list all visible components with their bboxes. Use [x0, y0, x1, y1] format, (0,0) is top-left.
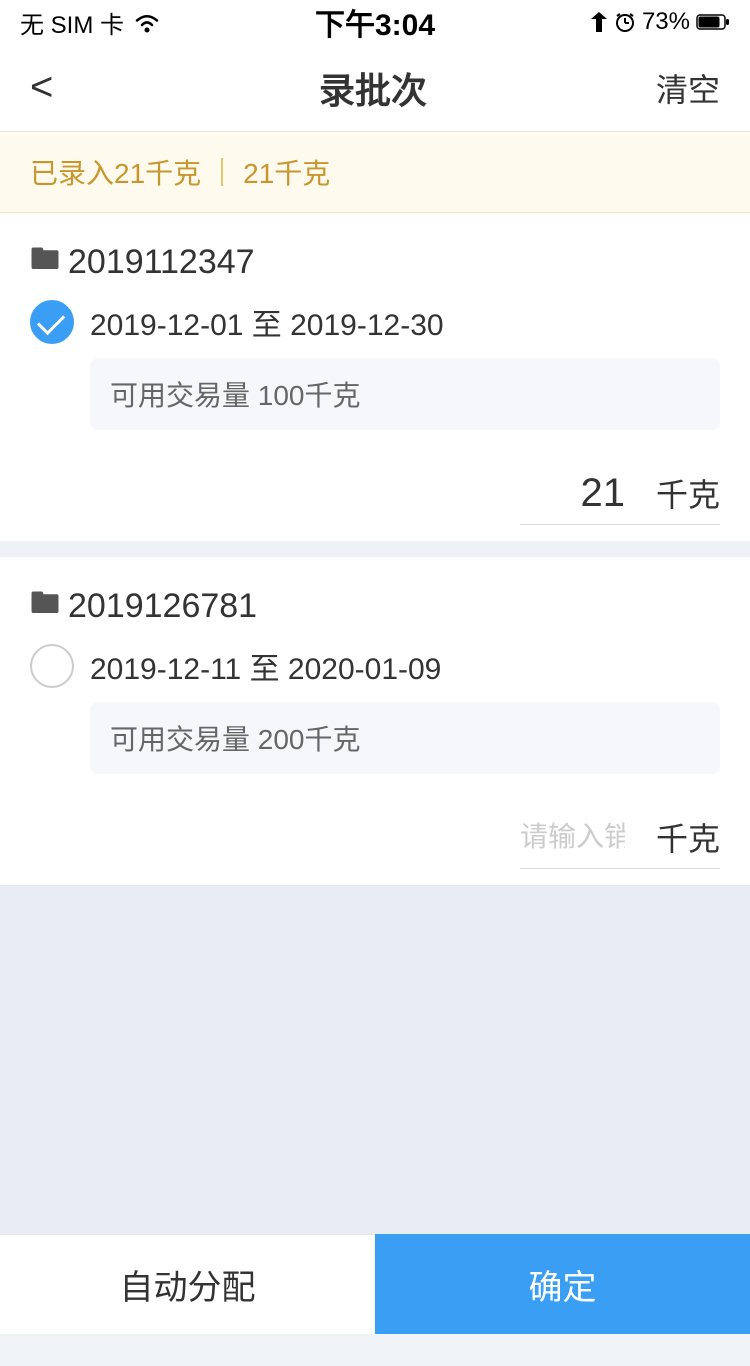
status-left: 无 SIM 卡	[20, 5, 162, 40]
content-area: 🖿 2019112347 2019-12-01 至 2019-12-30 可用交…	[0, 213, 750, 1366]
alarm-icon	[614, 11, 636, 33]
batch-date-1: 2019-12-01 至 2019-12-30	[90, 300, 444, 344]
quantity-unit-1: 千克	[656, 470, 720, 516]
separator-1	[0, 541, 750, 557]
batch-header-1: 🖿 2019112347	[30, 237, 720, 288]
doc-icon-1: 🖿	[30, 237, 60, 288]
battery-percentage: 73%	[642, 8, 690, 36]
batch-item-2: 🖿 2019126781 2019-12-11 至 2020-01-09 可用交…	[0, 557, 750, 794]
quantity-input-wrapper-1: 千克	[520, 470, 720, 525]
wifi-icon	[132, 11, 162, 33]
empty-area	[0, 886, 750, 1266]
batch-number-1: 2019112347	[68, 243, 255, 282]
batch-quantity-row-2: 千克	[0, 794, 750, 886]
info-divider	[221, 158, 223, 186]
quantity-input-1[interactable]	[520, 471, 640, 516]
battery-icon	[696, 13, 730, 31]
batch-card-2: 🖿 2019126781 2019-12-11 至 2020-01-09 可用交…	[0, 557, 750, 886]
batch-date-2: 2019-12-11 至 2020-01-09	[90, 644, 441, 688]
batch-card-1: 🖿 2019112347 2019-12-01 至 2019-12-30 可用交…	[0, 213, 750, 541]
batch-availability-2: 可用交易量 200千克	[90, 702, 720, 774]
recorded-value: 21千克	[243, 152, 330, 192]
quantity-input-2[interactable]	[520, 821, 640, 853]
batch-item-1: 🖿 2019112347 2019-12-01 至 2019-12-30 可用交…	[0, 213, 750, 450]
batch-date-row-1[interactable]: 2019-12-01 至 2019-12-30	[30, 300, 720, 344]
bottom-bar: 自动分配 确定	[0, 1234, 750, 1334]
batch-quantity-row-1: 千克	[0, 450, 750, 541]
batch-date-row-2[interactable]: 2019-12-11 至 2020-01-09	[30, 644, 720, 688]
status-right: 73%	[590, 8, 730, 36]
carrier-text: 无 SIM 卡	[20, 5, 124, 40]
quantity-unit-2: 千克	[656, 814, 720, 860]
confirm-button[interactable]: 确定	[375, 1234, 750, 1334]
back-button[interactable]: <	[30, 65, 90, 110]
batch-header-2: 🖿 2019126781	[30, 581, 720, 632]
location-icon	[590, 11, 608, 33]
page-title: 录批次	[319, 62, 427, 114]
auto-distribute-button[interactable]: 自动分配	[0, 1234, 375, 1334]
clear-button[interactable]: 清空	[656, 65, 720, 111]
status-time: 下午3:04	[315, 0, 435, 44]
status-bar: 无 SIM 卡 下午3:04 73%	[0, 0, 750, 44]
info-banner: 已录入21千克 21千克	[0, 132, 750, 213]
radio-2[interactable]	[30, 644, 74, 688]
recorded-label: 已录入21千克	[30, 152, 201, 192]
batch-availability-1: 可用交易量 100千克	[90, 358, 720, 430]
doc-icon-2: 🖿	[30, 581, 60, 632]
nav-bar: < 录批次 清空	[0, 44, 750, 132]
radio-1[interactable]	[30, 300, 74, 344]
batch-number-2: 2019126781	[68, 587, 257, 626]
quantity-placeholder-wrapper-2: 千克	[520, 814, 720, 869]
